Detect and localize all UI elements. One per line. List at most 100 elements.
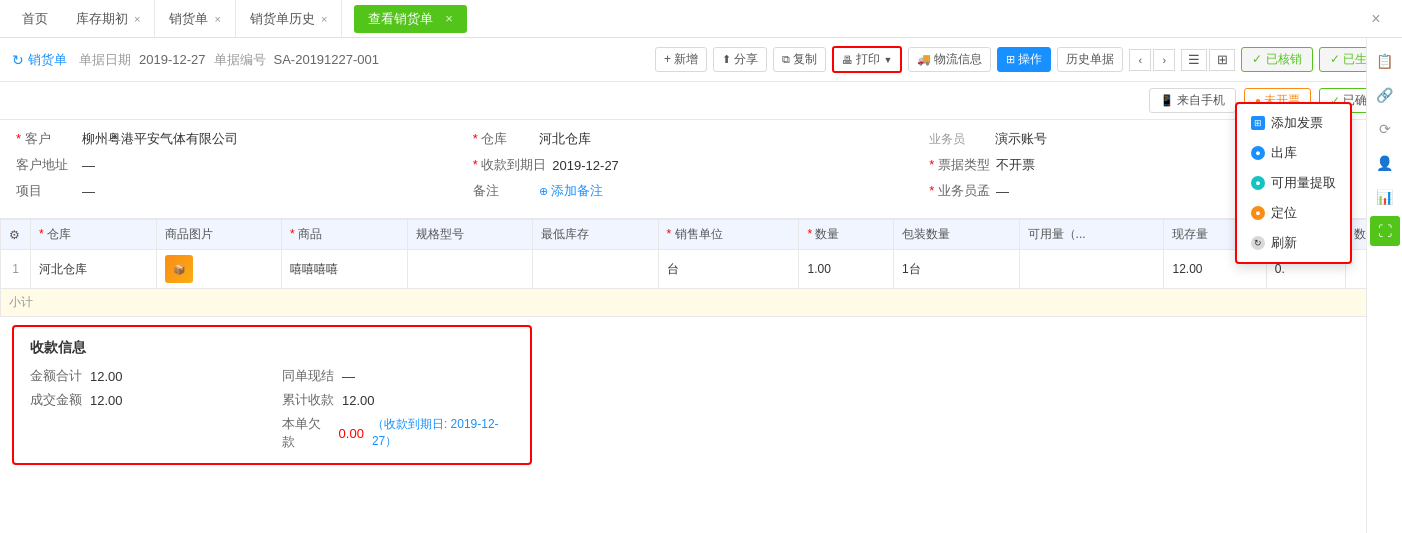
tab-sales[interactable]: 销货单 × [155, 0, 235, 38]
add-invoice-icon: ⊞ [1251, 116, 1265, 130]
owe-value: 0.00 [339, 426, 364, 441]
col-warehouse: 仓库 [31, 220, 157, 250]
address-label: 客户地址 [16, 156, 76, 174]
same-settlement-label: 同单现结 [282, 367, 334, 385]
cumulative-item: 累计收款 12.00 [282, 391, 514, 409]
dropdown-outbound[interactable]: ● 出库 [1237, 138, 1350, 168]
grid-view-btn[interactable]: ⊞ [1209, 49, 1235, 71]
row-product: 嘻嘻嘻嘻 [282, 250, 408, 289]
row-pkg: 1台 [894, 250, 1020, 289]
number-value: SA-20191227-001 [274, 52, 380, 67]
data-table: ⚙ 仓库 商品图片 商品 规格型号 最低库存 销售单位 数量 包装数量 可用量（… [0, 219, 1402, 317]
tab-bar: 首页 库存期初 × 销货单 × 销货单历史 × 查看销货单 × × [0, 0, 1402, 38]
doc-actions: + 新增 ⬆ 分享 ⧉ 复制 🖶 打印 ▼ 🚚 物流信息 [655, 46, 1390, 73]
refresh-icon: ↻ [1251, 236, 1265, 250]
history-btn[interactable]: 历史单据 [1057, 47, 1123, 72]
dropdown-locate[interactable]: ● 定位 [1237, 198, 1350, 228]
table-row: 1 河北仓库 📦 嘻嘻嘻嘻 台 1.00 1台 12.00 0. [1, 250, 1402, 289]
tab-home[interactable]: 首页 [8, 0, 62, 38]
doc-icon: ↻ [12, 52, 24, 68]
total-value: 12.00 [90, 369, 123, 384]
logistics-btn[interactable]: 🚚 物流信息 [908, 47, 991, 72]
doc-header: ↻ 销货单 单据日期 2019-12-27 单据编号 SA-20191227-0… [0, 38, 1402, 82]
copy-btn-label: 复制 [793, 51, 817, 68]
print-btn[interactable]: 🖶 打印 ▼ [832, 46, 902, 73]
col-pkg: 包装数量 [894, 220, 1020, 250]
right-sidebar: 📋 🔗 ⟳ 👤 📊 ⛶ [1366, 38, 1402, 533]
tab-inventory[interactable]: 库存期初 × [62, 0, 155, 38]
row-num: 1 [1, 250, 31, 289]
collection-box: 收款信息 金额合计 12.00 同单现结 — 成交金额 12.00 累计收款 1… [12, 325, 532, 465]
sold-label: ✓ 已核销 [1252, 52, 1301, 66]
total-label: 金额合计 [30, 367, 82, 385]
col-img: 商品图片 [156, 220, 282, 250]
col-settings: ⚙ [1, 220, 31, 250]
total-item: 金额合计 12.00 [30, 367, 262, 385]
dropdown-refresh[interactable]: ↻ 刷新 [1237, 228, 1350, 258]
doc-title-section: ↻ 销货单 [12, 51, 67, 69]
date-value: 2019-12-27 [139, 52, 206, 67]
new-btn-label: + 新增 [664, 51, 698, 68]
new-btn[interactable]: + 新增 [655, 47, 707, 72]
logistics-btn-label: 物流信息 [934, 51, 982, 68]
add-remark-btn[interactable]: ⊕ 添加备注 [539, 182, 604, 200]
deal-item: 成交金额 12.00 [30, 391, 262, 409]
list-view-btn[interactable]: ☰ [1181, 49, 1207, 71]
product-image: 📦 [165, 255, 193, 283]
sidebar-icon-1[interactable]: 📋 [1370, 46, 1400, 76]
col-spec: 规格型号 [407, 220, 533, 250]
sidebar-icon-5[interactable]: 📊 [1370, 182, 1400, 212]
from-phone-btn[interactable]: 📱 来自手机 [1149, 88, 1236, 113]
subtotal-label: 小计 [1, 289, 1402, 317]
sold-btn[interactable]: ✓ 已核销 [1241, 47, 1312, 72]
available-icon: ● [1251, 176, 1265, 190]
col-min-stock: 最低库存 [533, 220, 659, 250]
payment-value: 2019-12-27 [552, 158, 619, 173]
project-value: — [82, 184, 95, 199]
sidebar-icon-3[interactable]: ⟳ [1370, 114, 1400, 144]
copy-btn[interactable]: ⧉ 复制 [773, 47, 826, 72]
share-btn[interactable]: ⬆ 分享 [713, 47, 767, 72]
salesman-label: 业务员孟 [929, 182, 990, 200]
dropdown-add-invoice[interactable]: ⊞ 添加发票 [1237, 108, 1350, 138]
sidebar-icon-2[interactable]: 🔗 [1370, 80, 1400, 110]
project-field: 项目 — [16, 182, 473, 200]
tab-history[interactable]: 销货单历史 × [236, 0, 342, 38]
deal-label: 成交金额 [30, 391, 82, 409]
close-view-btn[interactable]: × [445, 11, 453, 26]
tab-sales-label: 销货单 [169, 10, 208, 28]
customer-field: 客户 柳州粤港平安气体有限公司 [16, 130, 473, 148]
operate-btn[interactable]: ⊞ 操作 [997, 47, 1051, 72]
close-tab-sales[interactable]: × [214, 13, 220, 25]
close-tab-history[interactable]: × [321, 13, 327, 25]
table-header-row: ⚙ 仓库 商品图片 商品 规格型号 最低库存 销售单位 数量 包装数量 可用量（… [1, 220, 1402, 250]
locate-label: 定位 [1271, 204, 1297, 222]
same-settlement-item: 同单现结 — [282, 367, 514, 385]
print-btn-label: 打印 [856, 51, 880, 68]
from-phone-label: 来自手机 [1177, 92, 1225, 109]
ticket-label: 票据类型 [929, 156, 990, 174]
operate-btn-label: 操作 [1018, 51, 1042, 68]
sidebar-icon-4[interactable]: 👤 [1370, 148, 1400, 178]
row-available [1019, 250, 1164, 289]
view-sales-btn[interactable]: 查看销货单 × [354, 5, 467, 33]
table-container: ⚙ 仓库 商品图片 商品 规格型号 最低库存 销售单位 数量 包装数量 可用量（… [0, 218, 1402, 317]
prev-btn[interactable]: ‹ [1129, 49, 1151, 71]
global-close-btn[interactable]: × [1358, 1, 1394, 37]
owe-note: （收款到期日: 2019-12-27） [372, 416, 514, 450]
number-label: 单据编号 [214, 51, 266, 69]
next-btn[interactable]: › [1153, 49, 1175, 71]
same-settlement-value: — [342, 369, 355, 384]
tab-home-label: 首页 [22, 10, 48, 28]
sidebar-icon-6[interactable]: ⛶ [1370, 216, 1400, 246]
form-row-2: 客户地址 — 收款到期日 2019-12-27 票据类型 不开票 [16, 156, 1386, 174]
view-toggle: ☰ ⊞ [1181, 49, 1235, 71]
dropdown-menu: ⊞ 添加发票 ● 出库 ● 可用量提取 ● 定位 ↻ 刷新 [1235, 102, 1352, 264]
share-btn-label: 分享 [734, 51, 758, 68]
row-qty: 1.00 [799, 250, 894, 289]
remark-field: 备注 ⊕ 添加备注 [473, 182, 930, 200]
dropdown-available[interactable]: ● 可用量提取 [1237, 168, 1350, 198]
cumulative-value: 12.00 [342, 393, 375, 408]
close-tab-inventory[interactable]: × [134, 13, 140, 25]
form-area: 客户 柳州粤港平安气体有限公司 仓库 河北仓库 业务员 演示账号 客户地址 — [0, 120, 1402, 218]
